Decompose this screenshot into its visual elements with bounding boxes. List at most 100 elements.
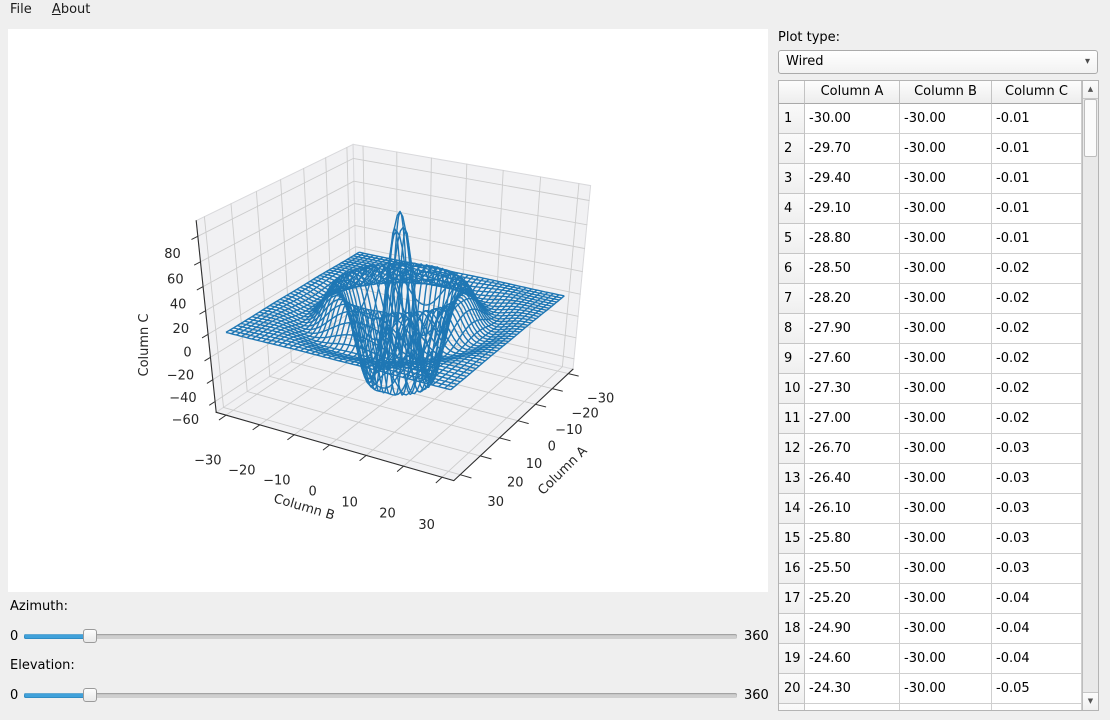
table-cell[interactable]: -0.02 (992, 284, 1082, 314)
row-header[interactable]: 14 (779, 494, 805, 524)
table-cell[interactable]: -28.80 (805, 224, 900, 254)
row-header[interactable]: 4 (779, 194, 805, 224)
table-cell[interactable]: -24.60 (805, 644, 900, 674)
table-cell[interactable]: -0.01 (992, 164, 1082, 194)
scrollbar-thumb[interactable] (1084, 99, 1097, 157)
scroll-down-button[interactable]: ▼ (1083, 692, 1098, 710)
column-header[interactable]: Column C (992, 81, 1082, 104)
table-cell[interactable]: -30.00 (805, 104, 900, 134)
table-cell[interactable]: -24.30 (805, 674, 900, 704)
table-cell[interactable]: -0.01 (992, 134, 1082, 164)
column-header[interactable]: Column A (805, 81, 900, 104)
table-cell[interactable]: -29.40 (805, 164, 900, 194)
table-cell[interactable]: -0.02 (992, 404, 1082, 434)
table-corner-header[interactable] (779, 81, 805, 104)
table-cell[interactable]: -25.20 (805, 584, 900, 614)
table-cell[interactable]: -0.04 (992, 614, 1082, 644)
row-header[interactable]: 11 (779, 404, 805, 434)
table-cell[interactable]: -0.02 (992, 254, 1082, 284)
table-cell[interactable]: -0.01 (992, 224, 1082, 254)
menu-about[interactable]: About (46, 2, 96, 17)
table-cell[interactable]: -30.00 (900, 494, 992, 524)
table-cell[interactable]: -0.04 (992, 584, 1082, 614)
table-cell[interactable]: -30.00 (900, 524, 992, 554)
table-cell[interactable]: -24.90 (805, 614, 900, 644)
table-cell[interactable]: -0.01 (992, 194, 1082, 224)
row-header[interactable]: 15 (779, 524, 805, 554)
table-cell[interactable] (992, 704, 1082, 710)
table-cell[interactable]: -30.00 (900, 194, 992, 224)
row-header[interactable]: 3 (779, 164, 805, 194)
table-cell[interactable]: -30.00 (900, 254, 992, 284)
row-header[interactable]: 7 (779, 284, 805, 314)
table-cell[interactable]: -27.00 (805, 404, 900, 434)
table-cell[interactable]: -30.00 (900, 224, 992, 254)
row-header[interactable]: 13 (779, 464, 805, 494)
table-cell[interactable]: -30.00 (900, 344, 992, 374)
table-cell[interactable]: -28.50 (805, 254, 900, 284)
table-cell[interactable]: -30.00 (900, 614, 992, 644)
table-cell[interactable]: -0.03 (992, 464, 1082, 494)
table-cell[interactable]: -0.01 (992, 104, 1082, 134)
column-header[interactable]: Column B (900, 81, 992, 104)
table-cell[interactable]: -27.30 (805, 374, 900, 404)
table-cell[interactable]: -30.00 (900, 164, 992, 194)
table-cell[interactable]: -0.04 (992, 644, 1082, 674)
table-cell[interactable]: -30.00 (900, 644, 992, 674)
table-cell[interactable]: -26.40 (805, 464, 900, 494)
row-header[interactable]: 8 (779, 314, 805, 344)
table-cell[interactable] (900, 704, 992, 710)
surface-plot[interactable]: −30−20−100102030−30−20−10010203080604020… (8, 29, 768, 592)
scroll-up-button[interactable]: ▲ (1083, 81, 1098, 99)
table-cell[interactable]: -30.00 (900, 284, 992, 314)
table-cell[interactable]: -30.00 (900, 554, 992, 584)
table-cell[interactable]: -30.00 (900, 104, 992, 134)
elevation-slider[interactable] (24, 693, 737, 698)
table-cell[interactable]: -25.50 (805, 554, 900, 584)
row-header[interactable]: 6 (779, 254, 805, 284)
row-header[interactable] (779, 704, 805, 710)
table-cell[interactable]: -0.02 (992, 314, 1082, 344)
table-cell[interactable]: -30.00 (900, 134, 992, 164)
table-cell[interactable]: -25.80 (805, 524, 900, 554)
menu-file[interactable]: File (4, 2, 38, 17)
table-cell[interactable]: -0.03 (992, 434, 1082, 464)
table-cell[interactable]: -0.03 (992, 494, 1082, 524)
table-scrollbar[interactable]: ▲ ▼ (1082, 81, 1098, 710)
table-cell[interactable]: -29.70 (805, 134, 900, 164)
row-header[interactable]: 2 (779, 134, 805, 164)
elevation-slider-handle[interactable] (83, 688, 97, 702)
table-cell[interactable]: -29.10 (805, 194, 900, 224)
table-cell[interactable]: -0.02 (992, 374, 1082, 404)
table-cell[interactable]: -28.20 (805, 284, 900, 314)
table-cell[interactable]: -30.00 (900, 374, 992, 404)
table-cell[interactable] (805, 704, 900, 710)
table-cell[interactable]: -30.00 (900, 434, 992, 464)
table-cell[interactable]: -30.00 (900, 584, 992, 614)
table-cell[interactable]: -30.00 (900, 464, 992, 494)
row-header[interactable]: 20 (779, 674, 805, 704)
row-header[interactable]: 1 (779, 104, 805, 134)
table-cell[interactable]: -27.60 (805, 344, 900, 374)
table-cell[interactable]: -0.03 (992, 554, 1082, 584)
row-header[interactable]: 16 (779, 554, 805, 584)
table-cell[interactable]: -0.03 (992, 524, 1082, 554)
plot-canvas[interactable]: −30−20−100102030−30−20−10010203080604020… (8, 29, 768, 592)
table-cell[interactable]: -30.00 (900, 674, 992, 704)
table-cell[interactable]: -30.00 (900, 314, 992, 344)
row-header[interactable]: 19 (779, 644, 805, 674)
table-cell[interactable]: -27.90 (805, 314, 900, 344)
plot-type-select[interactable]: Wired ▾ (778, 50, 1098, 74)
table-cell[interactable]: -0.05 (992, 674, 1082, 704)
table-cell[interactable]: -0.02 (992, 344, 1082, 374)
row-header[interactable]: 18 (779, 614, 805, 644)
table-cell[interactable]: -30.00 (900, 404, 992, 434)
table-cell[interactable]: -26.70 (805, 434, 900, 464)
row-header[interactable]: 12 (779, 434, 805, 464)
row-header[interactable]: 9 (779, 344, 805, 374)
row-header[interactable]: 5 (779, 224, 805, 254)
row-header[interactable]: 17 (779, 584, 805, 614)
row-header[interactable]: 10 (779, 374, 805, 404)
azimuth-slider-handle[interactable] (83, 629, 97, 643)
azimuth-slider[interactable] (24, 634, 737, 639)
